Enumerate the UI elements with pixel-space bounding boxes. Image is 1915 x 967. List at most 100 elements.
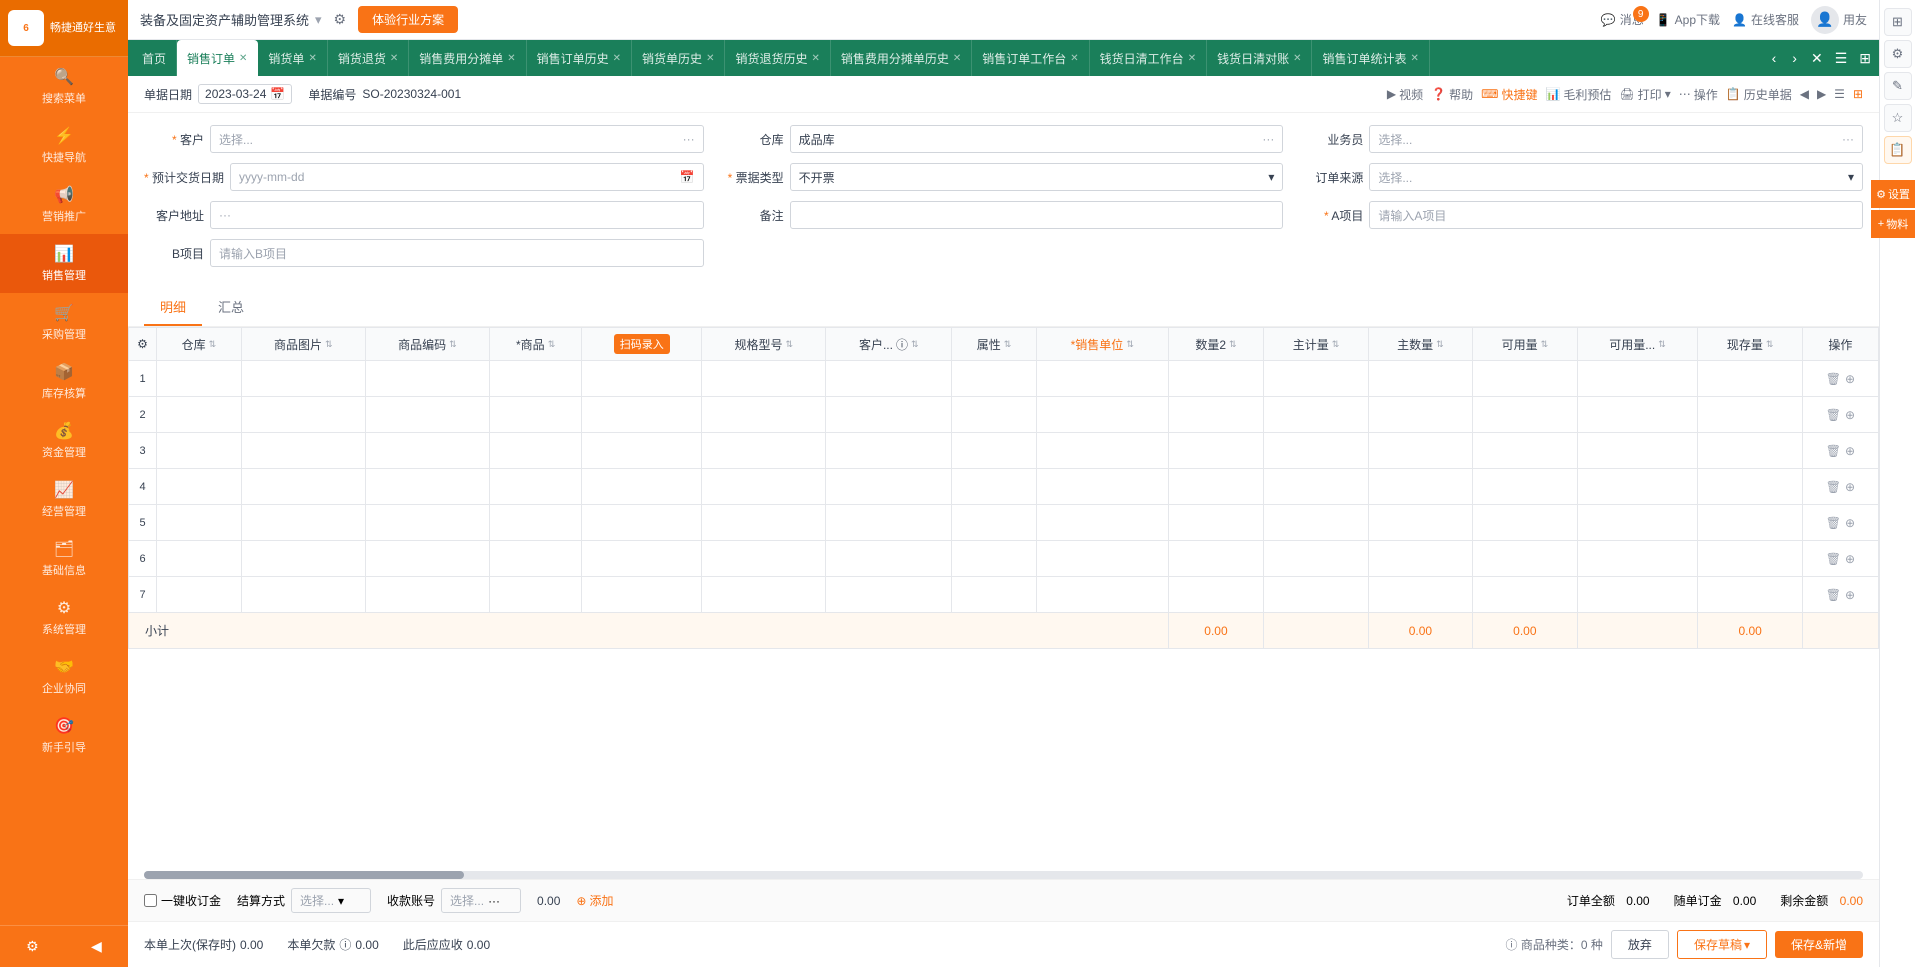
row-sales-unit[interactable] xyxy=(1036,361,1168,397)
view-btn[interactable]: ▶ 视频 xyxy=(1387,86,1423,103)
row-warehouse[interactable] xyxy=(157,397,242,433)
th-qty2[interactable]: 数量2⇅ xyxy=(1168,328,1264,361)
sidebar-item-quicknav[interactable]: ⚡ 快捷导航 xyxy=(0,116,128,175)
save-draft-button[interactable]: 保存草稿 ▾ xyxy=(1677,930,1767,959)
prev-record-btn[interactable]: ◀ xyxy=(1800,86,1809,103)
history-btn[interactable]: 📋 历史单据 xyxy=(1726,86,1792,103)
sidebar-item-collab[interactable]: 🤝 企业协同 xyxy=(0,647,128,706)
a-project-input[interactable]: 请输入A项目 xyxy=(1369,201,1863,229)
row-available2[interactable] xyxy=(1577,361,1698,397)
operation-btn[interactable]: ⋯ 操作 xyxy=(1679,86,1718,103)
row-delete-btn[interactable]: 🗑 xyxy=(1826,552,1841,566)
sidebar-item-operations[interactable]: 📈 经营管理 xyxy=(0,470,128,529)
row-spec[interactable] xyxy=(702,361,826,397)
th-available-qty[interactable]: 可用量⇅ xyxy=(1473,328,1577,361)
date-value[interactable]: 2023-03-24 📅 xyxy=(198,84,292,104)
row-copy-btn[interactable]: ⊕ xyxy=(1845,480,1855,494)
th-main-unit[interactable]: 主计量⇅ xyxy=(1264,328,1368,361)
tab-close-icon[interactable]: ✕ xyxy=(706,53,714,64)
th-product-image[interactable]: 商品图片⇅ xyxy=(241,328,365,361)
row-code[interactable] xyxy=(365,361,489,397)
table-scrollbar[interactable] xyxy=(144,871,1863,879)
tab-prev-btn[interactable]: ‹ xyxy=(1766,50,1783,66)
tab-close-icon[interactable]: ✕ xyxy=(1293,53,1301,64)
sidebar-item-basic-info[interactable]: 🗂 基础信息 xyxy=(0,529,128,588)
one-key-checkbox[interactable] xyxy=(144,894,157,907)
row-delete-btn[interactable]: 🗑 xyxy=(1826,372,1841,386)
tab-sales-expense[interactable]: 销售费用分摊单 ✕ xyxy=(409,40,526,76)
tab-close-icon[interactable]: ✕ xyxy=(507,53,515,64)
tab-sales-order-history[interactable]: 销售订单历史 ✕ xyxy=(527,40,632,76)
row-copy-btn[interactable]: ⊕ xyxy=(1845,552,1855,566)
app-download-btn[interactable]: 📱 App下载 xyxy=(1656,11,1720,28)
th-attr[interactable]: 属性⇅ xyxy=(952,328,1037,361)
staff-input[interactable]: 选择... ··· xyxy=(1369,125,1863,153)
account-input[interactable]: 选择... ··· xyxy=(441,888,521,913)
sidebar-item-system[interactable]: ⚙ 系统管理 xyxy=(0,588,128,647)
tab-close-icon[interactable]: ✕ xyxy=(811,53,819,64)
tab-sales-invoice-history[interactable]: 销货单历史 ✕ xyxy=(632,40,725,76)
th-main-qty[interactable]: 主数量⇅ xyxy=(1368,328,1472,361)
tab-close-icon[interactable]: ✕ xyxy=(613,53,621,64)
th-warehouse[interactable]: 仓库⇅ xyxy=(157,328,242,361)
order-source-select[interactable]: 选择... ▾ xyxy=(1369,163,1863,191)
tab-sales-stats[interactable]: 销售订单统计表 ✕ xyxy=(1312,40,1429,76)
card-view-btn[interactable]: ⊞ xyxy=(1853,86,1863,103)
row-available2[interactable] xyxy=(1577,397,1698,433)
sidebar-item-sales[interactable]: 📊 销售管理 xyxy=(0,234,128,293)
th-customer-ref[interactable]: 客户...ⓘ⇅ xyxy=(826,328,952,361)
payment-select[interactable]: 选择... ▾ xyxy=(291,888,371,913)
sidebar-item-purchase[interactable]: 🛒 采购管理 xyxy=(0,293,128,352)
shortcut-btn[interactable]: ⌨ 快捷键 xyxy=(1481,86,1537,103)
add-product-btn[interactable]: + 物料 xyxy=(1871,210,1879,238)
th-stock[interactable]: 现存量⇅ xyxy=(1698,328,1802,361)
gear-icon[interactable]: ⚙ xyxy=(334,11,347,28)
tab-return-history[interactable]: 销货退货历史 ✕ xyxy=(725,40,830,76)
row-image[interactable] xyxy=(241,361,365,397)
tab-close-icon[interactable]: ✕ xyxy=(239,53,247,64)
sidebar-item-search[interactable]: 🔍 搜索菜单 xyxy=(0,57,128,116)
row-main-unit[interactable] xyxy=(1264,397,1368,433)
tab-close-icon[interactable]: ✕ xyxy=(308,53,316,64)
row-qty2[interactable] xyxy=(1168,361,1264,397)
tab-close-all-btn[interactable]: ✕ xyxy=(1807,48,1827,69)
save-new-button[interactable]: 保存&新增 xyxy=(1775,931,1863,958)
row-warehouse[interactable] xyxy=(157,361,242,397)
row-copy-btn[interactable]: ⊕ xyxy=(1845,372,1855,386)
tab-close-icon[interactable]: ✕ xyxy=(390,53,398,64)
row-spec[interactable] xyxy=(702,397,826,433)
save-draft-dropdown-icon[interactable]: ▾ xyxy=(1744,938,1750,952)
user-btn[interactable]: 👤 用友 xyxy=(1811,6,1867,34)
customer-input[interactable]: 选择... ··· xyxy=(210,125,704,153)
row-stock[interactable] xyxy=(1698,397,1802,433)
address-input[interactable]: ··· xyxy=(210,201,704,229)
th-sales-unit[interactable]: *销售单位⇅ xyxy=(1036,328,1168,361)
next-record-btn[interactable]: ▶ xyxy=(1817,86,1826,103)
tab-close-icon[interactable]: ✕ xyxy=(1411,53,1419,64)
row-code[interactable] xyxy=(365,397,489,433)
settings-quick-btn[interactable]: ⚙ 设置 xyxy=(1871,180,1879,208)
row-delete-btn[interactable]: 🗑 xyxy=(1826,588,1841,602)
industry-solution-button[interactable]: 体验行业方案 xyxy=(358,6,458,33)
tab-menu-btn[interactable]: ☰ xyxy=(1831,48,1852,69)
tab-next-btn[interactable]: › xyxy=(1786,50,1803,66)
scan-btn[interactable]: 扫码录入 xyxy=(614,334,670,354)
online-service-btn[interactable]: 👤 在线客服 xyxy=(1732,11,1799,28)
row-customer-ref[interactable] xyxy=(826,397,952,433)
row-stock[interactable] xyxy=(1698,361,1802,397)
tab-sales-invoice[interactable]: 销货单 ✕ xyxy=(258,40,327,76)
row-delete-btn[interactable]: 🗑 xyxy=(1826,480,1841,494)
row-delete-btn[interactable]: 🗑 xyxy=(1826,516,1841,530)
row-main-qty[interactable] xyxy=(1368,361,1472,397)
delivery-date-input[interactable]: yyyy-mm-dd 📅 xyxy=(230,163,704,191)
th-product[interactable]: *商品⇅ xyxy=(489,328,581,361)
sidebar-item-inventory[interactable]: 📦 库存核算 xyxy=(0,352,128,411)
right-panel-btn-5[interactable]: 📋 xyxy=(1884,136,1912,164)
b-project-input[interactable]: 请输入B项目 xyxy=(210,239,704,267)
help-btn[interactable]: ❓ 帮助 xyxy=(1431,86,1473,103)
row-sales-unit[interactable] xyxy=(1036,397,1168,433)
tab-order-workbench[interactable]: 销售订单工作台 ✕ xyxy=(972,40,1089,76)
tab-expand-btn[interactable]: ⊞ xyxy=(1855,48,1875,69)
row-copy-btn[interactable]: ⊕ xyxy=(1845,516,1855,530)
tab-sales-return[interactable]: 销货退货 ✕ xyxy=(328,40,409,76)
